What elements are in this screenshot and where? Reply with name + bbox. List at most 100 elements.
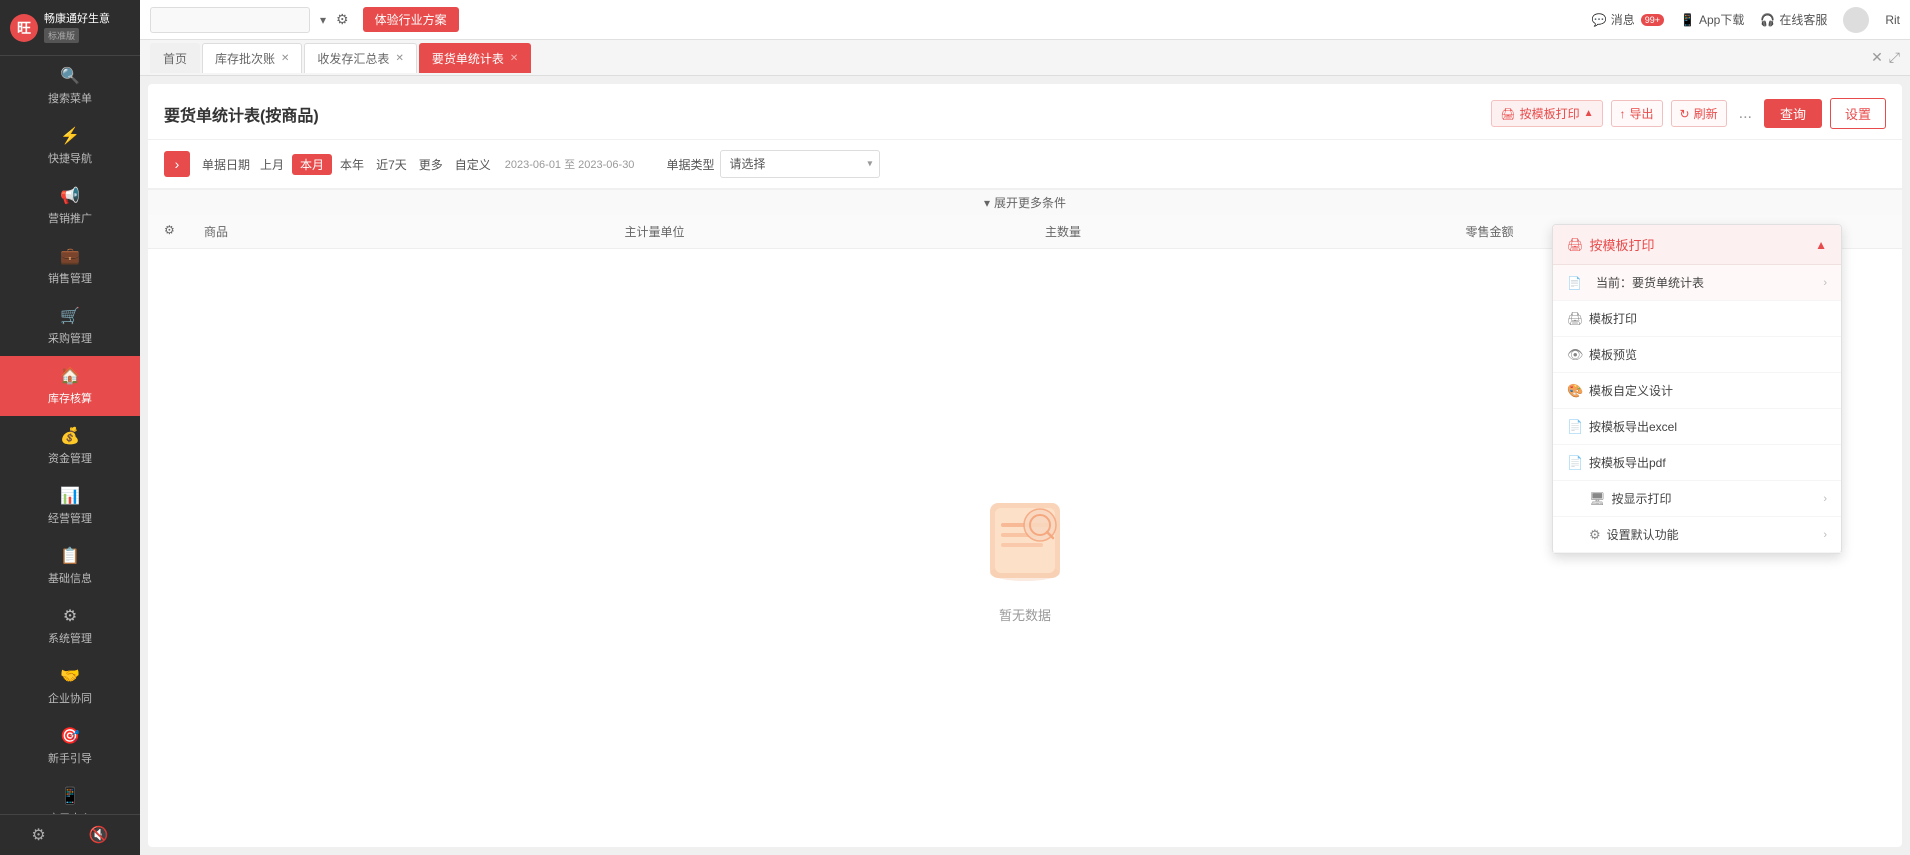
settings-col-icon[interactable]: ⚙ <box>164 223 175 237</box>
export-label: 导出 <box>1630 105 1654 122</box>
type-select[interactable]: 请选择 <box>720 150 880 178</box>
tab-home[interactable]: 首页 <box>150 43 200 73</box>
sidebar-item-operation[interactable]: 📊经营管理 <box>0 476 140 536</box>
sidebar-item-purchase[interactable]: 🛒采购管理 <box>0 296 140 356</box>
experience-industry-button[interactable]: 体验行业方案 <box>363 7 459 32</box>
marketing-icon: 📢 <box>60 186 80 206</box>
print-current-item[interactable]: 📄 当前：要货单统计表 › <box>1553 265 1841 301</box>
display-print-item[interactable]: 🖥 按显示打印 › <box>1553 481 1841 517</box>
tab-bar: 首页 库存批次账 ✕ 收发存汇总表 ✕ 要货单统计表 ✕ ✕ ⤢ <box>140 40 1910 76</box>
date-btn-this-year[interactable]: 本年 <box>336 154 368 175</box>
date-range-text: 2023-06-01 至 2023-06-30 <box>505 156 635 172</box>
message-item[interactable]: 💬 消息 99+ <box>1592 11 1664 28</box>
print-dropdown-chevron-icon[interactable]: ▲ <box>1815 238 1827 252</box>
tab-receivables[interactable]: 收发存汇总表 ✕ <box>304 43 416 73</box>
filter-expand-button[interactable]: › <box>164 151 190 177</box>
topbar-search-input[interactable] <box>150 7 310 33</box>
tab-inventory-batch-close[interactable]: ✕ <box>281 53 289 64</box>
page-content: 要货单统计表(按商品) 🖨 按模板打印 ▲ ↑ 导出 ↻ 刷新 ... 查询 设… <box>148 84 1902 847</box>
print-button[interactable]: 🖨 按模板打印 ▲ <box>1491 100 1602 127</box>
sales-icon: 💼 <box>60 246 80 266</box>
date-btn-custom[interactable]: 自定义 <box>451 154 495 175</box>
print-current-icon: 📄 <box>1567 276 1582 290</box>
guide-icon: 🎯 <box>60 726 80 746</box>
tab-bar-maximize-icon[interactable]: ⤢ <box>1889 49 1900 66</box>
operation-icon: 📊 <box>60 486 80 506</box>
inventory-icon: 🏠 <box>60 366 80 386</box>
template-custom-item[interactable]: 🎨 模板自定义设计 <box>1553 373 1841 409</box>
refresh-label: 刷新 <box>1694 105 1718 122</box>
date-btn-more[interactable]: 更多 <box>415 154 447 175</box>
template-excel-label: 按模板导出excel <box>1589 418 1677 435</box>
more-actions-button[interactable]: ... <box>1735 101 1756 127</box>
app-download-icon: 📱 <box>1680 13 1695 27</box>
template-excel-icon: 📄 <box>1567 419 1583 435</box>
tab-bar-close-icon[interactable]: ✕ <box>1871 49 1883 66</box>
mute-icon[interactable]: 🔇 <box>89 825 109 845</box>
sidebar-item-marketing[interactable]: 📢营销推广 <box>0 176 140 236</box>
tab-order-stats[interactable]: 要货单统计表 ✕ <box>419 43 531 73</box>
type-filter-group: 单据类型 请选择 <box>666 150 880 178</box>
print-dropdown-title: 🖨 按模板打印 <box>1567 235 1655 254</box>
col-product: 商品 <box>204 223 625 240</box>
user-avatar[interactable] <box>1843 7 1869 33</box>
date-buttons: 上月 本月 本年 近7天 更多 自定义 <box>256 154 495 175</box>
chevron-right-icon: › <box>175 156 180 172</box>
tab-receivables-close[interactable]: ✕ <box>395 53 403 64</box>
template-pdf-item[interactable]: 📄 按模板导出pdf <box>1553 445 1841 481</box>
template-print-item[interactable]: 🖨 模板打印 <box>1553 301 1841 337</box>
apps-icon: 📱 <box>60 786 80 806</box>
template-preview-icon: 👁 <box>1567 347 1584 363</box>
online-service-item[interactable]: 🎧 在线客服 <box>1760 11 1827 28</box>
search-nav-icon: 🔍 <box>60 66 80 86</box>
sidebar-item-quick-nav[interactable]: ⚡快捷导航 <box>0 116 140 176</box>
sidebar-item-inventory[interactable]: 🏠库存核算 <box>0 356 140 416</box>
sidebar-item-sales[interactable]: 💼销售管理 <box>0 236 140 296</box>
settings-button[interactable]: 设置 <box>1830 98 1886 129</box>
expand-more-bar[interactable]: ▾ 展开更多条件 <box>148 189 1902 215</box>
message-icon: 💬 <box>1592 13 1607 27</box>
date-filter-label: 单据日期 <box>202 156 250 173</box>
sidebar-item-guide[interactable]: 🎯新手引导 <box>0 716 140 776</box>
export-button[interactable]: ↑ 导出 <box>1611 100 1663 127</box>
topbar-dropdown-icon[interactable]: ▾ <box>320 13 326 27</box>
default-func-arrow-icon: › <box>1823 529 1827 541</box>
online-service-label: 在线客服 <box>1779 11 1827 28</box>
app-name: 畅康通好生意 <box>44 12 110 26</box>
template-pdf-label: 按模板导出pdf <box>1589 454 1666 471</box>
tab-receivables-label: 收发存汇总表 <box>317 50 389 67</box>
topbar-gear-icon[interactable]: ⚙ <box>336 11 349 28</box>
print-dropdown-printer-icon: 🖨 <box>1567 237 1584 253</box>
tab-order-stats-label: 要货单统计表 <box>432 50 504 67</box>
sidebar-item-collab[interactable]: 🤝企业协同 <box>0 656 140 716</box>
sidebar-item-search[interactable]: 🔍搜索菜单 <box>0 56 140 116</box>
template-preview-item[interactable]: 👁 模板预览 <box>1553 337 1841 373</box>
date-btn-last-month[interactable]: 上月 <box>256 154 288 175</box>
col-unit: 主计量单位 <box>625 223 1046 240</box>
template-pdf-icon: 📄 <box>1567 455 1583 471</box>
template-excel-item[interactable]: 📄 按模板导出excel <box>1553 409 1841 445</box>
print-current-arrow-icon: › <box>1823 277 1827 289</box>
system-icon: ⚙ <box>63 606 77 626</box>
page-action-bar: 🖨 按模板打印 ▲ ↑ 导出 ↻ 刷新 ... 查询 设置 <box>1491 98 1886 129</box>
sidebar-item-basic[interactable]: 📋基础信息 <box>0 536 140 596</box>
sidebar-item-finance[interactable]: 💰资金管理 <box>0 416 140 476</box>
tab-inventory-batch[interactable]: 库存批次账 ✕ <box>202 43 302 73</box>
message-label: 消息 <box>1611 11 1635 28</box>
tab-order-stats-close[interactable]: ✕ <box>510 53 518 64</box>
default-func-item[interactable]: ⚙ 设置默认功能 › <box>1553 517 1841 553</box>
finance-icon: 💰 <box>60 426 80 446</box>
settings-bottom-icon[interactable]: ⚙ <box>31 825 45 845</box>
date-btn-this-month[interactable]: 本月 <box>292 154 332 175</box>
collab-icon: 🤝 <box>60 666 80 686</box>
app-download-item[interactable]: 📱 App下载 <box>1680 11 1744 28</box>
sidebar-nav: 🔍搜索菜单 ⚡快捷导航 📢营销推广 💼销售管理 🛒采购管理 🏠库存核算 💰资金管… <box>0 56 140 814</box>
sidebar-item-apps[interactable]: 📱应用中心 <box>0 776 140 814</box>
query-button[interactable]: 查询 <box>1764 99 1822 128</box>
refresh-button[interactable]: ↻ 刷新 <box>1671 100 1727 127</box>
sidebar-item-system[interactable]: ⚙系统管理 <box>0 596 140 656</box>
date-btn-7days[interactable]: 近7天 <box>372 154 411 175</box>
expand-more-icon: ▾ <box>984 196 990 210</box>
page-title: 要货单统计表(按商品) <box>164 102 319 126</box>
headset-icon: 🎧 <box>1760 13 1775 27</box>
